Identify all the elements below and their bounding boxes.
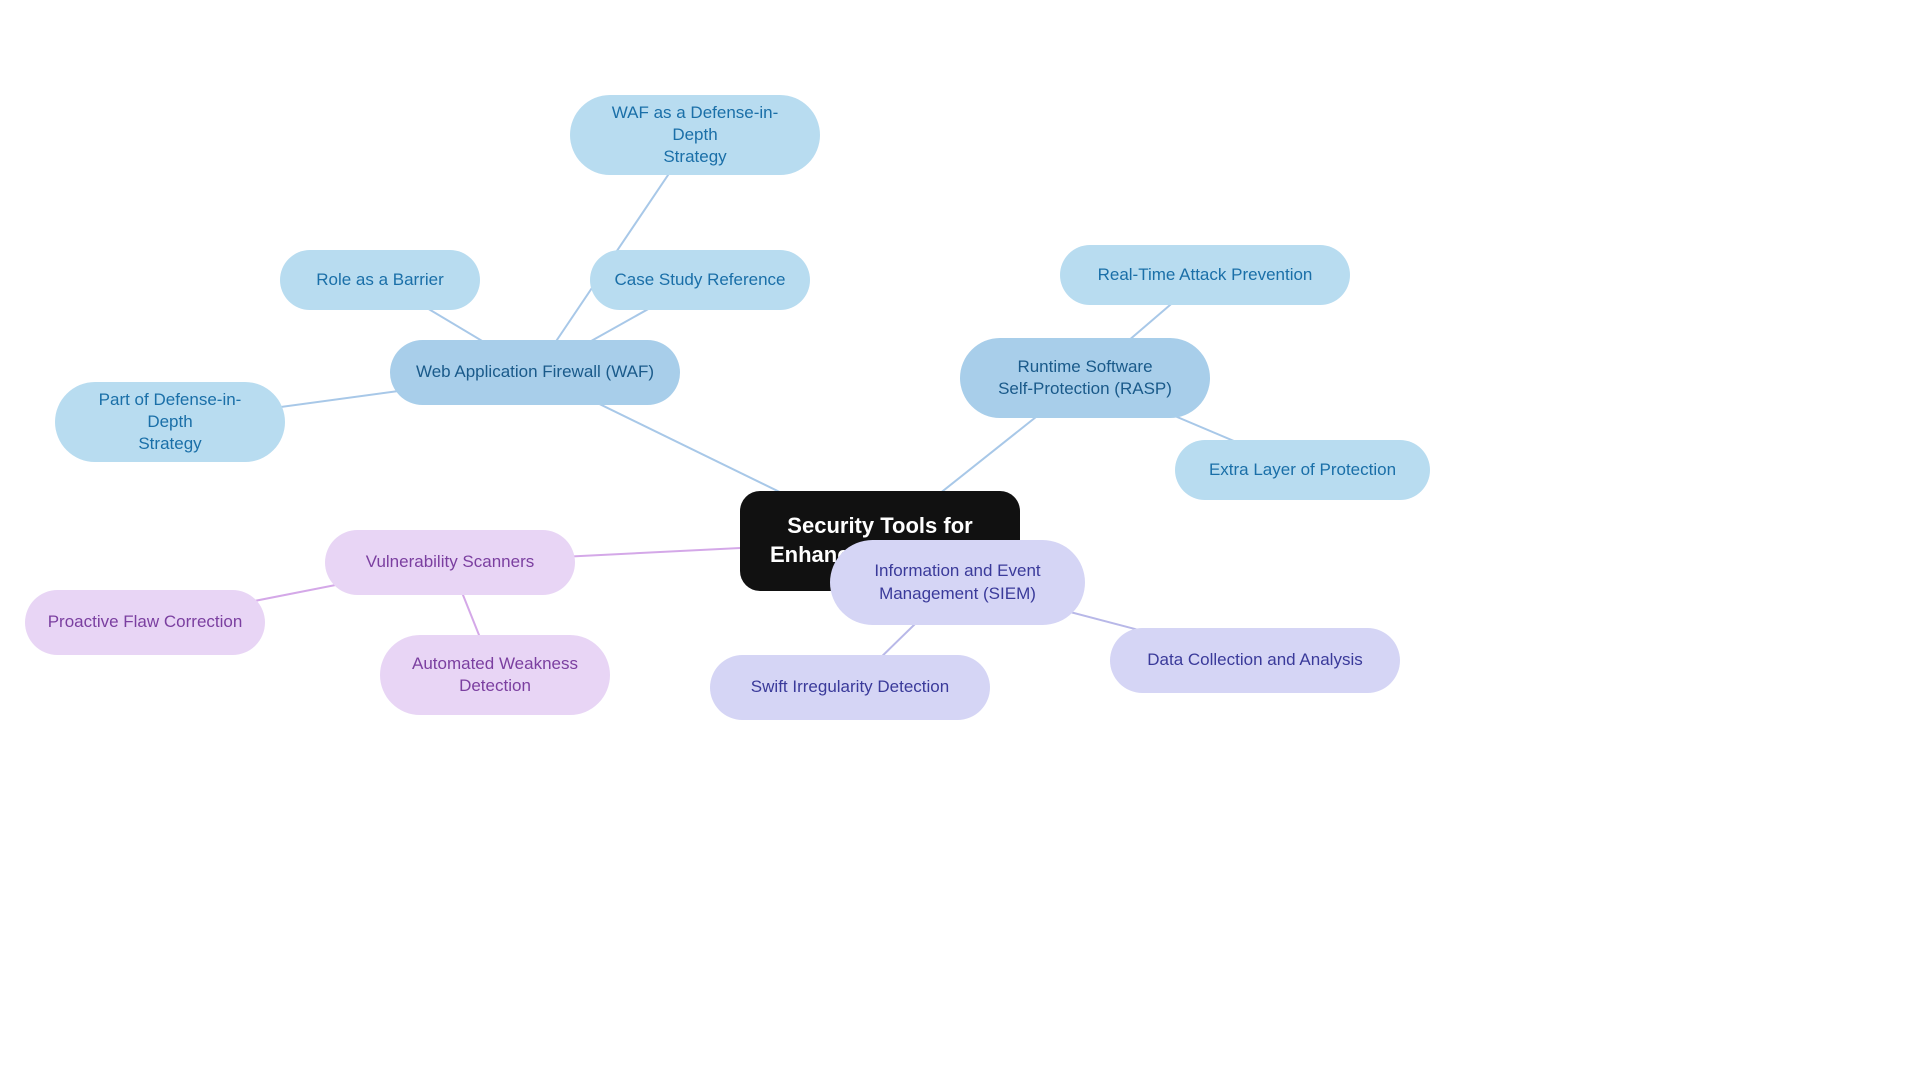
- rasp-label: Runtime SoftwareSelf-Protection (RASP): [998, 356, 1172, 400]
- data-collection-label: Data Collection and Analysis: [1147, 649, 1362, 671]
- auto-weakness-node: Automated WeaknessDetection: [380, 635, 610, 715]
- waf-strategy-label: WAF as a Defense-in-DepthStrategy: [592, 102, 798, 168]
- role-barrier-label: Role as a Barrier: [316, 269, 444, 291]
- siem-node: Information and EventManagement (SIEM): [830, 540, 1085, 625]
- waf-node: Web Application Firewall (WAF): [390, 340, 680, 405]
- vuln-scanners-label: Vulnerability Scanners: [366, 551, 535, 573]
- waf-label: Web Application Firewall (WAF): [416, 361, 654, 383]
- proactive-node: Proactive Flaw Correction: [25, 590, 265, 655]
- swift-label: Swift Irregularity Detection: [751, 676, 949, 698]
- auto-weakness-label: Automated WeaknessDetection: [412, 653, 578, 697]
- extra-layer-label: Extra Layer of Protection: [1209, 459, 1396, 481]
- case-study-label: Case Study Reference: [614, 269, 785, 291]
- rasp-node: Runtime SoftwareSelf-Protection (RASP): [960, 338, 1210, 418]
- extra-layer-node: Extra Layer of Protection: [1175, 440, 1430, 500]
- data-collection-node: Data Collection and Analysis: [1110, 628, 1400, 693]
- defense-depth-label: Part of Defense-in-DepthStrategy: [77, 389, 263, 455]
- siem-label: Information and EventManagement (SIEM): [874, 560, 1040, 604]
- case-study-node: Case Study Reference: [590, 250, 810, 310]
- defense-depth-node: Part of Defense-in-DepthStrategy: [55, 382, 285, 462]
- role-barrier-node: Role as a Barrier: [280, 250, 480, 310]
- real-time-node: Real-Time Attack Prevention: [1060, 245, 1350, 305]
- vuln-scanners-node: Vulnerability Scanners: [325, 530, 575, 595]
- waf-strategy-node: WAF as a Defense-in-DepthStrategy: [570, 95, 820, 175]
- swift-node: Swift Irregularity Detection: [710, 655, 990, 720]
- real-time-label: Real-Time Attack Prevention: [1098, 264, 1313, 286]
- proactive-label: Proactive Flaw Correction: [48, 611, 243, 633]
